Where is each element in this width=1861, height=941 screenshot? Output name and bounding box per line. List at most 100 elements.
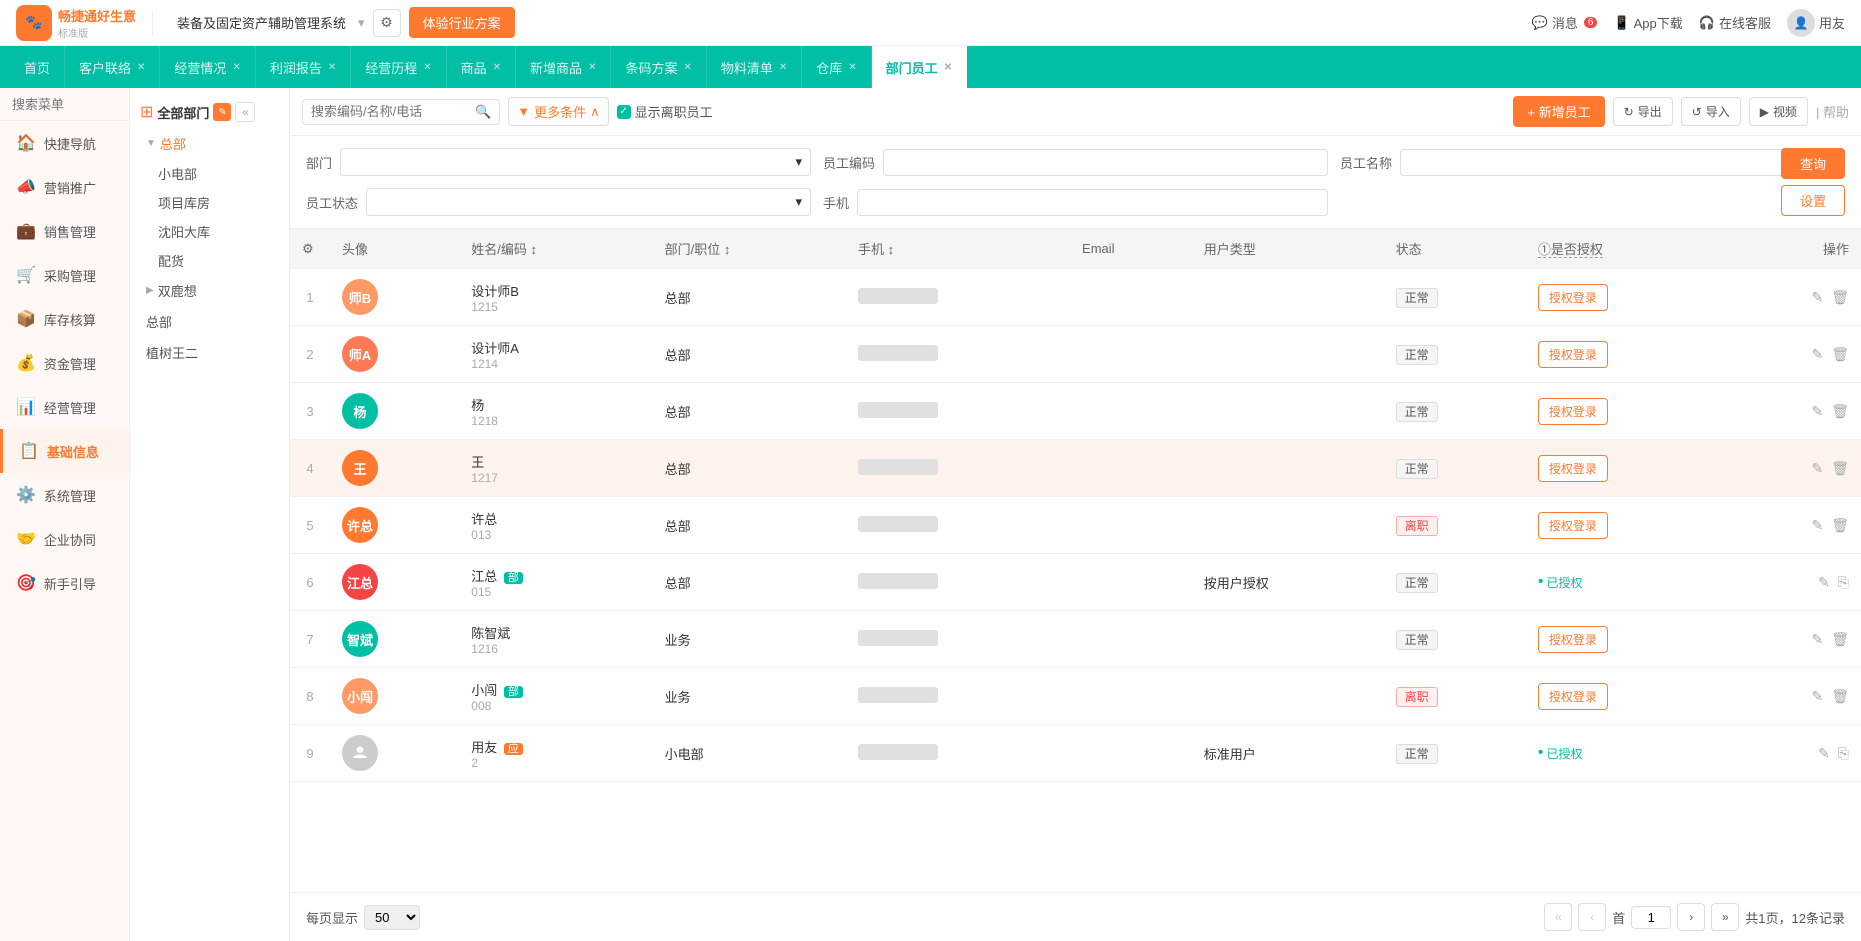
tab-profit-close[interactable]: ✕ [328, 62, 336, 73]
auth-button[interactable]: 授权登录 [1538, 512, 1608, 539]
edit-icon[interactable]: ✎ [1811, 289, 1823, 306]
sidebar-item-sales[interactable]: 💼 销售管理 [0, 209, 129, 253]
tab-history[interactable]: 经营历程 ✕ [351, 46, 446, 88]
tab-bom-close[interactable]: ✕ [779, 62, 787, 73]
col-phone[interactable]: 手机 ↕ [846, 229, 1070, 269]
dept-sub-shenyang[interactable]: 沈阳大库 [130, 217, 289, 246]
edit-icon[interactable]: ✎ [1811, 460, 1823, 477]
resigned-checkbox[interactable]: ✓ [617, 105, 631, 119]
help-button[interactable]: | 帮助 [1816, 102, 1849, 121]
dept-item-hq2[interactable]: 总部 [130, 306, 289, 337]
copy-icon[interactable]: ⎘ [1838, 574, 1849, 591]
auth-button[interactable]: 授权登录 [1538, 626, 1608, 653]
dept-sub-xiaodibu[interactable]: 小电部 [130, 159, 289, 188]
dept-sub-distribution[interactable]: 配货 [130, 246, 289, 275]
import-button[interactable]: ↺ 导入 [1681, 97, 1741, 126]
auth-button[interactable]: 授权登录 [1538, 455, 1608, 482]
edit-icon[interactable]: ✎ [1811, 688, 1823, 705]
sidebar-item-marketing[interactable]: 📣 营销推广 [0, 165, 129, 209]
dept-select[interactable]: ▾ [340, 148, 811, 176]
sidebar-item-operations[interactable]: 📊 经营管理 [0, 385, 129, 429]
sidebar-item-system[interactable]: ⚙️ 系统管理 [0, 473, 129, 517]
delete-icon[interactable]: 🗑 [1831, 631, 1849, 648]
dept-item-shuanglu[interactable]: ▶ 双鹿想 [130, 275, 289, 306]
add-employee-button[interactable]: + 新增员工 [1513, 96, 1604, 127]
tab-profit[interactable]: 利润报告 ✕ [256, 46, 351, 88]
auth-button[interactable]: 授权登录 [1538, 398, 1608, 425]
sidebar-item-basic[interactable]: 📋 基础信息 [0, 429, 129, 473]
tab-business-close[interactable]: ✕ [232, 62, 240, 73]
edit-icon[interactable]: ✎ [1811, 403, 1823, 420]
message-button[interactable]: 💬 消息 6 [1532, 13, 1598, 32]
delete-icon[interactable]: 🗑 [1831, 688, 1849, 705]
gear-button[interactable]: ⚙ [373, 9, 401, 37]
dept-item-plant[interactable]: 植树王二 [130, 337, 289, 368]
edit-icon[interactable]: ✎ [1811, 346, 1823, 363]
tab-warehouse[interactable]: 仓库 ✕ [802, 46, 871, 88]
tab-business[interactable]: 经营情况 ✕ [160, 46, 255, 88]
tab-new-goods[interactable]: 新增商品 ✕ [516, 46, 611, 88]
tab-customer[interactable]: 客户联络 ✕ [65, 46, 160, 88]
tab-history-close[interactable]: ✕ [423, 62, 431, 73]
search-input[interactable] [311, 104, 471, 119]
sidebar-item-nav[interactable]: 🏠 快捷导航 [0, 121, 129, 165]
sidebar-item-guide[interactable]: 🎯 新手引导 [0, 561, 129, 605]
first-page-button[interactable]: « [1544, 903, 1572, 931]
sidebar-item-collab[interactable]: 🤝 企业协同 [0, 517, 129, 561]
view-button[interactable]: ▶ 视频 [1749, 97, 1808, 126]
emp-status-select[interactable]: ▾ [366, 188, 811, 216]
emp-code-input[interactable] [883, 149, 1328, 176]
more-filter-button[interactable]: ▼ 更多条件 ∧ [508, 97, 608, 126]
dept-edit-button[interactable]: ✎ [213, 103, 231, 121]
next-page-button[interactable]: › [1677, 903, 1705, 931]
auth-button[interactable]: 授权登录 [1538, 341, 1608, 368]
auth-button[interactable]: 授权登录 [1538, 683, 1608, 710]
show-resigned-toggle[interactable]: ✓ 显示离职员工 [617, 102, 713, 121]
delete-icon[interactable]: 🗑 [1831, 346, 1849, 363]
tab-employee[interactable]: 部门员工 ✕ [872, 46, 967, 88]
query-button[interactable]: 查询 [1781, 148, 1845, 179]
trial-button[interactable]: 体验行业方案 [409, 7, 515, 38]
edit-icon[interactable]: ✎ [1818, 745, 1830, 762]
tab-goods[interactable]: 商品 ✕ [447, 46, 516, 88]
delete-icon[interactable]: 🗑 [1831, 517, 1849, 534]
dept-item-headquarters[interactable]: ▼ 总部 [130, 128, 289, 159]
copy-icon[interactable]: ⎘ [1838, 745, 1849, 762]
tab-barcode[interactable]: 条码方案 ✕ [611, 46, 706, 88]
edit-icon[interactable]: ✎ [1811, 517, 1823, 534]
tab-bom[interactable]: 物料清单 ✕ [707, 46, 802, 88]
edit-icon[interactable]: ✎ [1811, 631, 1823, 648]
tab-warehouse-close[interactable]: ✕ [848, 62, 856, 73]
page-number-input[interactable] [1631, 906, 1671, 929]
emp-name-input[interactable] [1400, 149, 1845, 176]
service-button[interactable]: 🎧 在线客服 [1699, 13, 1771, 32]
delete-icon[interactable]: 🗑 [1831, 289, 1849, 306]
edit-icon[interactable]: ✎ [1818, 574, 1830, 591]
dept-sub-project[interactable]: 项目库房 [130, 188, 289, 217]
tab-goods-close[interactable]: ✕ [493, 62, 501, 73]
tab-home[interactable]: 首页 [10, 46, 65, 88]
dept-collapse-button[interactable]: « [235, 102, 255, 122]
delete-icon[interactable]: 🗑 [1831, 460, 1849, 477]
export-button[interactable]: ↻ 导出 [1613, 97, 1673, 126]
per-page-select[interactable]: 50 20 100 [364, 905, 420, 930]
sidebar-item-purchase[interactable]: 🛒 采购管理 [0, 253, 129, 297]
row-email [1070, 668, 1192, 725]
col-name[interactable]: 姓名/编码 ↕ [459, 229, 652, 269]
tab-customer-close[interactable]: ✕ [137, 62, 145, 73]
col-dept[interactable]: 部门/职位 ↕ [653, 229, 846, 269]
delete-icon[interactable]: 🗑 [1831, 403, 1849, 420]
tab-barcode-close[interactable]: ✕ [683, 62, 691, 73]
app-download-button[interactable]: 📱 App下载 [1613, 13, 1682, 32]
phone-input[interactable] [857, 189, 1328, 216]
sidebar-item-finance[interactable]: 💰 资金管理 [0, 341, 129, 385]
auth-button[interactable]: 授权登录 [1538, 284, 1608, 311]
last-page-button[interactable]: » [1711, 903, 1739, 931]
sidebar-item-inventory[interactable]: 📦 库存核算 [0, 297, 129, 341]
user-avatar[interactable]: 👤 用友 [1787, 9, 1845, 37]
col-settings[interactable]: ⚙ [290, 229, 330, 269]
tab-employee-close[interactable]: ✕ [944, 62, 952, 73]
prev-page-button[interactable]: ‹ [1578, 903, 1606, 931]
reset-button[interactable]: 设置 [1781, 185, 1845, 216]
tab-new-goods-close[interactable]: ✕ [588, 62, 596, 73]
